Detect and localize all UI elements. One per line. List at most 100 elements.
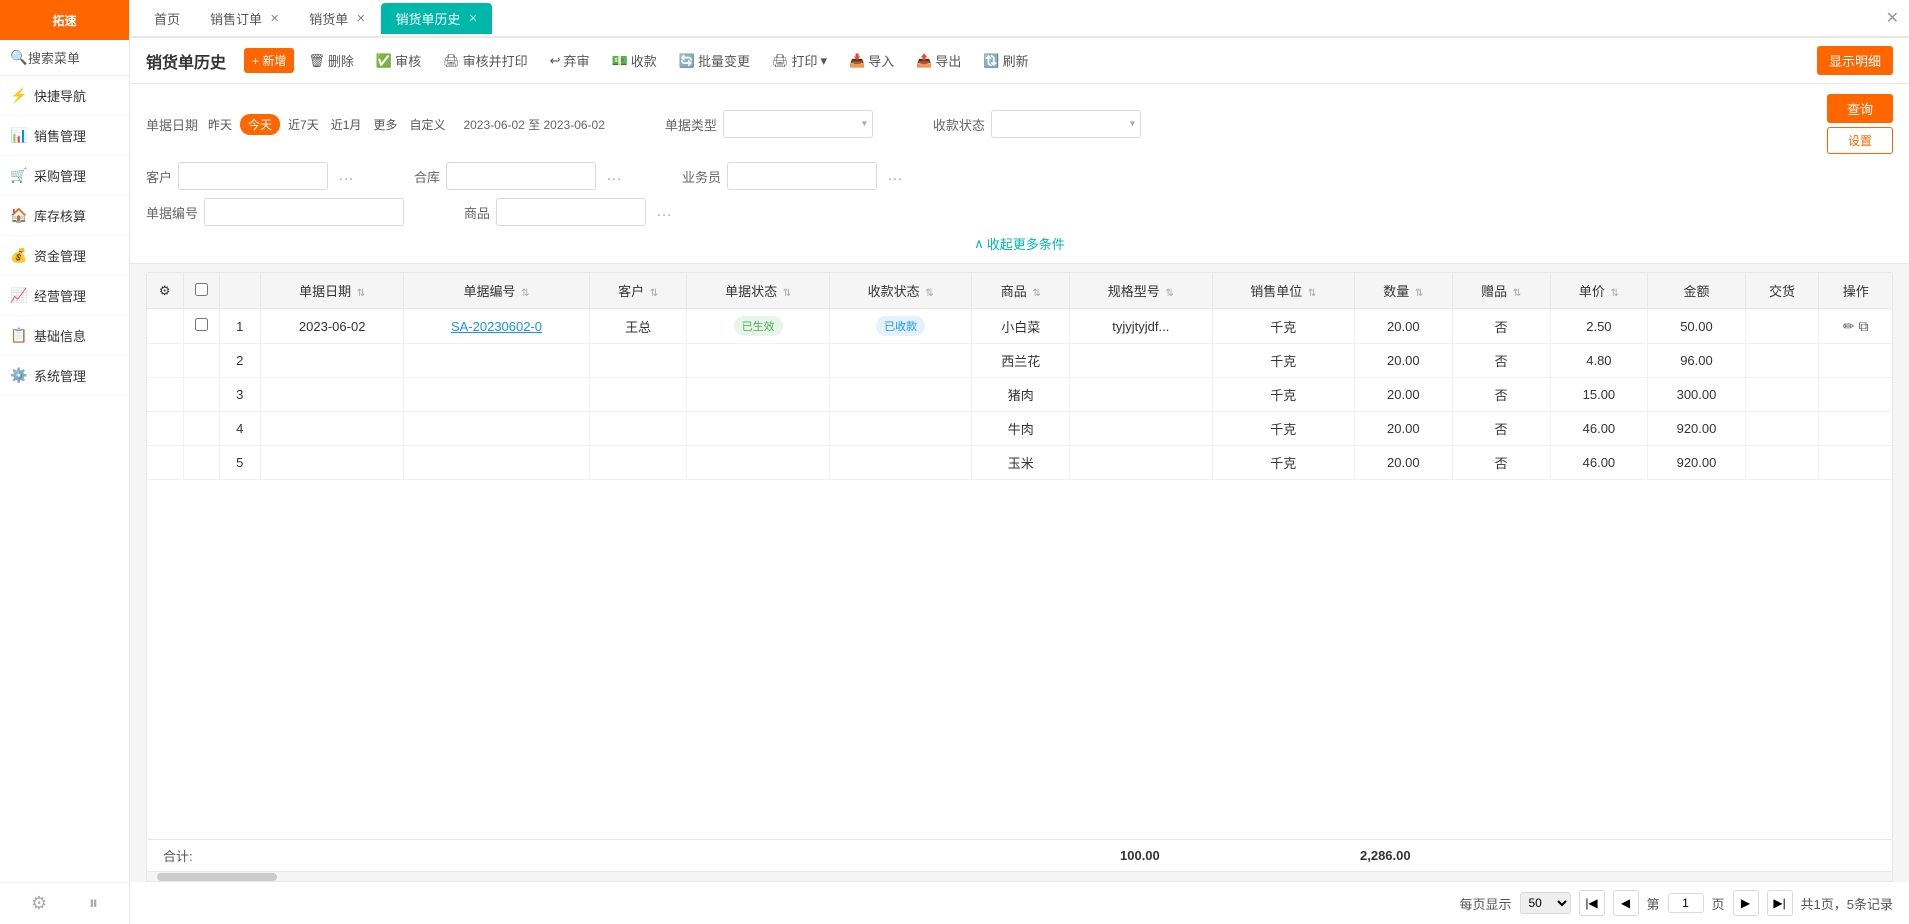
td-doc-number[interactable]: SA-20230602-0 — [404, 309, 589, 344]
next-page-btn[interactable]: ▶ — [1733, 890, 1759, 916]
date-shortcut-more[interactable]: 更多 — [369, 114, 401, 135]
audit-print-btn[interactable]: 🖨 审核并打印 — [435, 47, 536, 74]
table-row[interactable]: 4 牛肉 千克 20.00 否 46.00 920.00 — [147, 412, 1892, 446]
td-customer — [589, 344, 687, 378]
goods-dots[interactable]: … — [656, 203, 672, 221]
th-goods[interactable]: 商品 ⇅ — [972, 273, 1070, 309]
table-row[interactable]: 1 2023-06-02 SA-20230602-0 王总 已生效 已收款 小白… — [147, 309, 1892, 344]
date-shortcuts: 昨天 今天 近7天 近1月 更多 自定义 — [204, 114, 449, 135]
print-btn[interactable]: 🖨 打印 ▾ — [764, 47, 835, 74]
th-settings[interactable]: ⚙ — [147, 273, 183, 309]
th-collect-status[interactable]: 收款状态 ⇅ — [829, 273, 971, 309]
batch-change-btn[interactable]: 🔄 批量变更 — [671, 47, 758, 74]
tab-bar-close-btn[interactable]: ✕ — [1886, 8, 1899, 28]
collect-btn[interactable]: 💵 收款 — [604, 47, 665, 74]
sidebar-item-search-menu[interactable]: 🔍 搜索菜单 — [0, 40, 129, 76]
td-amount: 96.00 — [1648, 344, 1745, 378]
th-doc-number[interactable]: 单据编号 ⇅ — [404, 273, 589, 309]
scrollbar-area[interactable] — [146, 872, 1893, 882]
td-checkbox[interactable] — [183, 446, 219, 480]
audit-btn[interactable]: ✅ 审核 — [368, 47, 429, 74]
th-checkbox[interactable] — [183, 273, 219, 309]
sidebar-settings-btn[interactable]: ⚙ — [31, 893, 47, 914]
first-page-btn[interactable]: |◀ — [1579, 890, 1605, 916]
collect-status-select-wrapper — [991, 110, 1141, 138]
last-page-btn[interactable]: ▶| — [1767, 890, 1793, 916]
delete-btn[interactable]: 🗑 删除 — [300, 47, 362, 74]
customer-input[interactable] — [178, 162, 328, 190]
table-row[interactable]: 5 玉米 千克 20.00 否 46.00 920.00 — [147, 446, 1892, 480]
table-row[interactable]: 3 猪肉 千克 20.00 否 15.00 300.00 — [147, 378, 1892, 412]
import-btn[interactable]: 📥 导入 — [841, 47, 902, 74]
td-checkbox[interactable] — [183, 344, 219, 378]
sidebar-item-sys-mgmt[interactable]: ⚙️ 系统管理 — [0, 356, 129, 396]
td-doc-number[interactable] — [404, 344, 589, 378]
tab-sales-history[interactable]: 销货单历史 ✕ — [381, 3, 491, 34]
abandon-btn[interactable]: ↩ 弃审 — [542, 47, 598, 74]
sidebar-item-ops-mgmt[interactable]: 📈 经营管理 — [0, 276, 129, 316]
filter-doc-number: 单据编号 — [146, 198, 404, 226]
sidebar-item-purchase-mgmt[interactable]: 🛒 采购管理 — [0, 156, 129, 196]
query-btn[interactable]: 查询 — [1827, 94, 1893, 123]
customer-dots[interactable]: … — [338, 167, 354, 185]
print-icon: 🖨 — [772, 53, 789, 69]
doc-number-input[interactable] — [204, 198, 404, 226]
sidebar-item-basic-info[interactable]: 📋 基础信息 — [0, 316, 129, 356]
date-shortcut-yesterday[interactable]: 昨天 — [204, 114, 236, 135]
select-all-checkbox[interactable] — [195, 283, 208, 296]
td-doc-number[interactable] — [404, 378, 589, 412]
collect-status-select[interactable] — [991, 110, 1141, 138]
sidebar-item-inventory-calc[interactable]: 🏠 库存核算 — [0, 196, 129, 236]
date-shortcut-1month[interactable]: 近1月 — [327, 114, 366, 135]
th-qty[interactable]: 数量 ⇅ — [1354, 273, 1452, 309]
doc-type-select[interactable] — [723, 110, 873, 138]
tab-sales-order[interactable]: 销售订单 ✕ — [196, 3, 293, 34]
sidebar-pause-btn[interactable]: ⏸ — [89, 893, 98, 914]
page-size-select[interactable]: 50 100 — [1520, 892, 1571, 914]
tab-home[interactable]: 首页 — [140, 3, 194, 34]
tab-sales-order-close[interactable]: ✕ — [270, 12, 279, 25]
warehouse-dots[interactable]: … — [606, 167, 622, 185]
refresh-btn[interactable]: 🔃 刷新 — [975, 47, 1036, 74]
th-spec-type[interactable]: 规格型号 ⇅ — [1070, 273, 1212, 309]
export-btn[interactable]: 📤 导出 — [908, 47, 969, 74]
date-shortcut-7days[interactable]: 近7天 — [284, 114, 323, 135]
sidebar-item-finance-mgmt[interactable]: 💰 资金管理 — [0, 236, 129, 276]
copy-btn[interactable]: ⧉ — [1859, 318, 1869, 335]
show-detail-btn[interactable]: 显示明细 — [1817, 46, 1893, 75]
warehouse-input[interactable] — [446, 162, 596, 190]
date-shortcut-custom[interactable]: 自定义 — [405, 114, 449, 135]
scrollbar-thumb[interactable] — [157, 873, 277, 881]
table-row[interactable]: 2 西兰花 千克 20.00 否 4.80 96.00 — [147, 344, 1892, 378]
tab-sales-delivery[interactable]: 销货单 ✕ — [295, 3, 379, 34]
td-doc-number[interactable] — [404, 446, 589, 480]
td-unit-price: 2.50 — [1550, 309, 1648, 344]
prev-page-btn[interactable]: ◀ — [1613, 890, 1639, 916]
salesperson-input[interactable] — [727, 162, 877, 190]
td-checkbox[interactable] — [183, 378, 219, 412]
th-gift[interactable]: 赠品 ⇅ — [1452, 273, 1550, 309]
row-checkbox[interactable] — [195, 318, 208, 331]
date-shortcut-today[interactable]: 今天 — [240, 114, 280, 135]
td-checkbox[interactable] — [183, 309, 219, 344]
goods-input[interactable] — [496, 198, 646, 226]
main-area: 首页 销售订单 ✕ 销货单 ✕ 销货单历史 ✕ ✕ 销货单历史 + 新增 🗑 删… — [130, 0, 1909, 924]
th-unit-price[interactable]: 单价 ⇅ — [1550, 273, 1648, 309]
tab-sales-delivery-close[interactable]: ✕ — [356, 12, 365, 25]
th-doc-date[interactable]: 单据日期 ⇅ — [261, 273, 404, 309]
new-btn[interactable]: + 新增 — [244, 48, 294, 73]
page-number-input[interactable] — [1668, 893, 1704, 913]
salesperson-dots[interactable]: … — [887, 167, 903, 185]
sidebar-item-sales-mgmt[interactable]: 📊 销售管理 — [0, 116, 129, 156]
td-checkbox[interactable] — [183, 412, 219, 446]
td-qty: 20.00 — [1354, 309, 1452, 344]
tab-sales-history-close[interactable]: ✕ — [469, 12, 478, 25]
filter-settings-btn[interactable]: 设置 — [1827, 127, 1893, 154]
th-customer[interactable]: 客户 ⇅ — [589, 273, 687, 309]
collapse-btn[interactable]: ∧ 收起更多条件 — [146, 234, 1893, 253]
td-doc-number[interactable] — [404, 412, 589, 446]
edit-btn[interactable]: ✏ — [1843, 318, 1855, 335]
th-sales-unit[interactable]: 销售单位 ⇅ — [1212, 273, 1354, 309]
th-doc-status[interactable]: 单据状态 ⇅ — [687, 273, 829, 309]
sidebar-item-quick-nav[interactable]: ⚡ 快捷导航 — [0, 76, 129, 116]
